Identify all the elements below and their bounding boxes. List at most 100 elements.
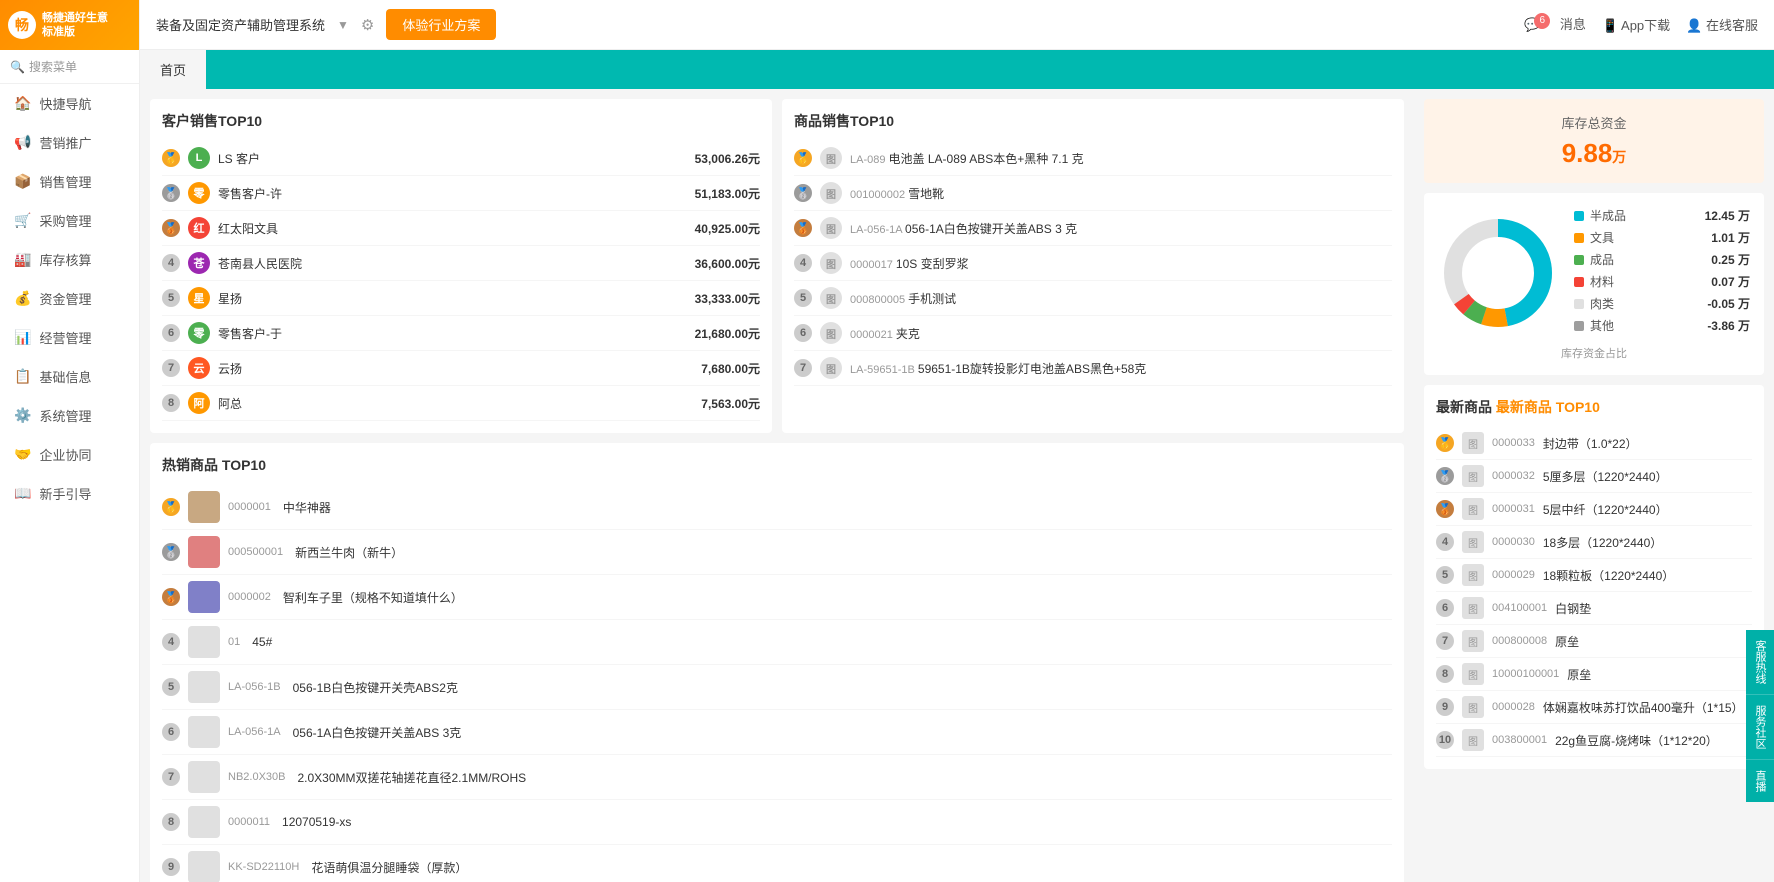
online-service-btn[interactable]: 👤 在线客服 [1686,15,1758,34]
sidebar-item-sales[interactable]: 📦 销售管理 [0,162,139,201]
customer-avatar-8: 阿 [188,392,210,414]
float-btn-community[interactable]: 服务社区 [1746,695,1774,760]
logo-icon: 畅 [8,11,36,39]
np-item-5: 5 图 0000029 18颗粒板（1220*2440） [1436,559,1752,592]
rank-item-1: 🥇 L LS 客户 53,006.26元 [162,141,760,176]
sidebar: 畅 畅捷通好生意 标准版 🔍 搜索菜单 🏠 快捷导航 📢 营销推广 📦 销售管理… [0,0,140,882]
hot-thumb-2 [188,536,220,568]
legend-dot-4 [1574,277,1584,287]
product-num-5: 5 [794,289,812,307]
customer-avatar-5: 星 [188,287,210,309]
sales-icon: 📦 [14,173,31,190]
np-rank-10: 10 [1436,731,1454,749]
rank-item-5: 5 星 星扬 33,333.00元 [162,281,760,316]
sidebar-item-inventory[interactable]: 🏭 库存核算 [0,240,139,279]
operations-icon: 📊 [14,329,31,346]
product-thumb-1: 图 [820,147,842,169]
customer-value-1: 53,006.26元 [695,150,760,167]
legend-item-5: 肉类 -0.05 万 [1574,295,1750,312]
product-num-7: 7 [794,359,812,377]
product-ranking-title: 商品销售TOP10 [794,111,1392,131]
product-rank-item-2: 🥈 图 001000002 雪地靴 [794,176,1392,211]
hot-products-card: 热销商品 TOP10 🥇 0000001 中华神器 🥈 000500001 新西… [150,443,1404,882]
sidebar-item-operations[interactable]: 📊 经营管理 [0,318,139,357]
tab-home[interactable]: 首页 [140,50,206,89]
float-btn-live[interactable]: 直播 [1746,760,1774,802]
sidebar-item-guide[interactable]: 📖 新手引导 [0,474,139,513]
np-item-3: 🥉 图 0000031 5层中纤（1220*2440） [1436,493,1752,526]
guide-icon: 📖 [14,485,31,502]
message-icon[interactable]: 💬6 消息 [1524,14,1586,35]
sidebar-item-finance[interactable]: 💰 资金管理 [0,279,139,318]
legend-dot-2 [1574,233,1584,243]
rank-num-6: 6 [162,324,180,342]
product-rank-item-6: 6 图 0000021 夹克 [794,316,1392,351]
np-item-6: 6 图 004100001 白钢垫 [1436,592,1752,625]
sidebar-item-basic-info[interactable]: 📋 基础信息 [0,357,139,396]
customer-value-7: 7,680.00元 [701,360,760,377]
np-thumb-5: 图 [1462,564,1484,586]
rank-item-8: 8 阿 阿总 7,563.00元 [162,386,760,421]
hot-rank-4: 4 [162,633,180,651]
marketing-icon: 📢 [14,134,31,151]
settings-icon[interactable]: ⚙ [361,16,374,34]
hot-item-5: 5 LA-056-1B 056-1B白色按键开关壳ABS2克 [162,665,1392,710]
legend-item-1: 半成品 12.45 万 [1574,207,1750,224]
inventory-icon: 🏭 [14,251,31,268]
product-medal-3: 🥉 [794,219,812,237]
legend-dot-5 [1574,299,1584,309]
inventory-chart-card: 半成品 12.45 万 文具 1.01 万 成品 0.25 万 [1424,193,1764,375]
customer-name-7: 云扬 [218,360,693,377]
search-menu-btn[interactable]: 🔍 搜索菜单 [0,50,139,84]
rank-item-4: 4 苍 苍南县人民医院 36,600.00元 [162,246,760,281]
np-thumb-2: 图 [1462,465,1484,487]
np-item-7: 7 图 000800008 原垒 [1436,625,1752,658]
product-thumb-7: 图 [820,357,842,379]
sidebar-item-home[interactable]: 🏠 快捷导航 [0,84,139,123]
product-name-3: LA-056-1A 056-1A白色按键开关盖ABS 3 克 [850,220,1392,237]
rank-num-4: 4 [162,254,180,272]
app-download-btn[interactable]: 📱 App下载 [1602,15,1670,34]
inventory-value: 9.88万 [1438,138,1750,169]
sidebar-item-marketing[interactable]: 📢 营销推广 [0,123,139,162]
legend-item-4: 材料 0.07 万 [1574,273,1750,290]
product-thumb-5: 图 [820,287,842,309]
float-btn-service[interactable]: 客服热线 [1746,630,1774,695]
product-num-6: 6 [794,324,812,342]
legend-dot-6 [1574,321,1584,331]
product-rank-item-4: 4 图 0000017 10S 变刮罗浆 [794,246,1392,281]
customer-avatar-6: 零 [188,322,210,344]
product-thumb-3: 图 [820,217,842,239]
customer-ranking-title: 客户销售TOP10 [162,111,760,131]
customer-ranking-card: 客户销售TOP10 🥇 L LS 客户 53,006.26元 🥈 零 零售客户-… [150,99,772,433]
message-badge: 6 [1534,13,1550,29]
customer-rank-list: 🥇 L LS 客户 53,006.26元 🥈 零 零售客户-许 51,183.0… [162,141,760,421]
dropdown-arrow-icon[interactable]: ▼ [337,18,349,32]
chart-subtitle: 库存资金占比 [1438,345,1750,361]
newest-products-card: 最新商品 最新商品 TOP10 🥇 图 0000033 封边带（1.0*22） … [1424,385,1764,769]
customer-value-2: 51,183.00元 [695,185,760,202]
np-rank-9: 9 [1436,698,1454,716]
hot-thumb-6 [188,716,220,748]
customer-avatar-2: 零 [188,182,210,204]
np-medal-3: 🥉 [1436,500,1454,518]
np-rank-7: 7 [1436,632,1454,650]
hot-rank-8: 8 [162,813,180,831]
middle-section: 客户销售TOP10 🥇 L LS 客户 53,006.26元 🥈 零 零售客户-… [140,89,1414,882]
np-item-2: 🥈 图 0000032 5厘多层（1220*2440） [1436,460,1752,493]
new-product-list: 🥇 图 0000033 封边带（1.0*22） 🥈 图 0000032 5厘多层… [1436,427,1752,757]
hot-thumb-5 [188,671,220,703]
product-rank-list: 🥇 图 LA-089 电池盖 LA-089 ABS本色+黑种 7.1 克 🥈 图… [794,141,1392,386]
experience-btn[interactable]: 体验行业方案 [386,9,496,40]
sidebar-item-system[interactable]: ⚙️ 系统管理 [0,396,139,435]
logo-text: 畅捷通好生意 标准版 [42,11,108,40]
hot-item-2: 🥈 000500001 新西兰牛肉（新牛） [162,530,1392,575]
np-item-10: 10 图 003800001 22g鱼豆腐-烧烤味（1*12*20） [1436,724,1752,757]
sidebar-item-purchase[interactable]: 🛒 采购管理 [0,201,139,240]
hot-rank-7: 7 [162,768,180,786]
rank-medal-3: 🥉 [162,219,180,237]
system-icon: ⚙️ [14,407,31,424]
customer-value-4: 36,600.00元 [695,255,760,272]
sidebar-item-enterprise[interactable]: 🤝 企业协同 [0,435,139,474]
inventory-title: 库存总资金 [1438,113,1750,132]
